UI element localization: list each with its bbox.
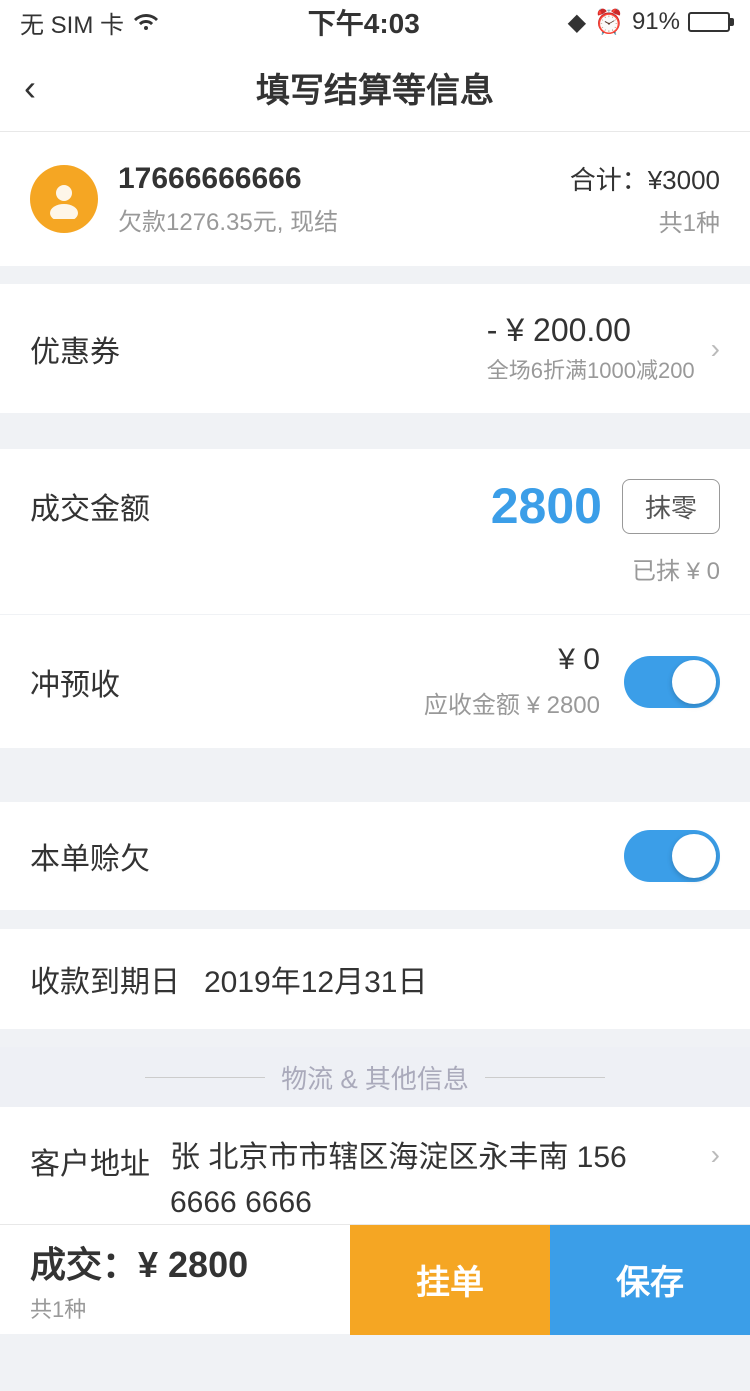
chevron-right-icon: › — [711, 333, 720, 365]
bottom-summary: 成交：¥ 2800 共1种 — [0, 1236, 350, 1324]
customer-left: 17666666666 欠款1276.35元, 现结 — [30, 162, 338, 237]
bottom-deal: 成交：¥ 2800 — [30, 1236, 320, 1288]
prepay-row: 冲预收 ¥ 0 应收金额 ¥ 2800 — [0, 614, 750, 748]
debt-row: 本单赊欠 — [0, 802, 750, 910]
logistics-label: 物流 & 其他信息 — [145, 1059, 605, 1096]
debt-label: 本单赊欠 — [30, 834, 150, 878]
total-label: 合计：¥3000 — [570, 160, 720, 197]
customer-sub: 欠款1276.35元, 现结 — [118, 202, 338, 237]
address-chevron-icon: › — [711, 1139, 720, 1171]
prepay-amount: ¥ 0 — [558, 643, 600, 677]
prepay-info: ¥ 0 应收金额 ¥ 2800 — [424, 643, 600, 720]
divider-1 — [0, 431, 750, 449]
battery-icon — [688, 12, 730, 32]
total-count: 共1种 — [570, 203, 720, 238]
deal-label: 成交： — [30, 1244, 138, 1285]
coupon-right: - ¥ 200.00 全场6折满1000减200 › — [487, 312, 720, 385]
content: 17666666666 欠款1276.35元, 现结 合计：¥3000 共1种 … — [0, 132, 750, 1391]
deal-value: ¥ 2800 — [138, 1244, 248, 1285]
debt-toggle-knob — [672, 834, 716, 878]
customer-row: 17666666666 欠款1276.35元, 现结 合计：¥3000 共1种 — [0, 132, 750, 266]
back-button[interactable]: ‹ — [24, 67, 36, 109]
coupon-row[interactable]: 优惠券 - ¥ 200.00 全场6折满1000减200 › — [0, 284, 750, 413]
due-label: 收款到期日 — [30, 957, 180, 1001]
coupon-info: - ¥ 200.00 全场6折满1000减200 — [487, 312, 695, 385]
debt-toggle[interactable] — [624, 830, 720, 882]
prepay-sub: 应收金额 ¥ 2800 — [424, 685, 600, 720]
coupon-label: 优惠券 — [30, 327, 120, 371]
carrier-text: 无 SIM 卡 — [20, 5, 124, 40]
amount-section: 成交金额 2800 抹零 已抹 ¥ 0 — [0, 449, 750, 614]
amount-value: 2800 — [491, 477, 602, 535]
status-left: 无 SIM 卡 — [20, 5, 160, 40]
alarm-icon: ⏰ — [594, 8, 624, 37]
customer-info: 17666666666 欠款1276.35元, 现结 — [118, 162, 338, 237]
customer-total: 合计：¥3000 共1种 — [570, 160, 720, 238]
avatar — [30, 165, 98, 233]
prepay-right: ¥ 0 应收金额 ¥ 2800 — [424, 643, 720, 720]
address-label: 客户地址 — [30, 1139, 150, 1183]
address-content: 张 北京市市辖区海淀区永丰南 156 6666 6666 — [170, 1135, 695, 1225]
hang-button[interactable]: 挂单 — [350, 1225, 550, 1335]
status-time: 下午4:03 — [308, 2, 420, 42]
bottom-count: 共1种 — [30, 1292, 320, 1324]
amount-right: 2800 抹零 — [491, 477, 720, 535]
coupon-discount: - ¥ 200.00 — [487, 312, 695, 349]
save-button[interactable]: 保存 — [550, 1225, 750, 1335]
coupon-desc: 全场6折满1000减200 — [487, 353, 695, 385]
nav-bar: ‹ 填写结算等信息 — [0, 44, 750, 132]
due-date-row: 收款到期日 2019年12月31日 — [0, 928, 750, 1029]
bottom-bar: 成交：¥ 2800 共1种 挂单 保存 — [0, 1224, 750, 1334]
prepay-toggle[interactable] — [624, 656, 720, 708]
amount-sub: 已抹 ¥ 0 — [632, 558, 720, 585]
amount-label: 成交金额 — [30, 484, 150, 528]
divider-2 — [0, 766, 750, 784]
page-title: 填写结算等信息 — [256, 63, 494, 112]
round-button[interactable]: 抹零 — [622, 479, 720, 534]
customer-phone: 17666666666 — [118, 162, 338, 196]
prepay-label: 冲预收 — [30, 660, 120, 704]
location-icon: ◆ — [568, 8, 586, 37]
status-bar: 无 SIM 卡 下午4:03 ◆ ⏰ 91% — [0, 0, 750, 44]
logistics-divider: 物流 & 其他信息 — [0, 1047, 750, 1107]
wifi-icon — [132, 8, 160, 37]
due-date-value: 2019年12月31日 — [204, 957, 427, 1001]
amount-row: 成交金额 2800 抹零 — [30, 477, 720, 535]
battery-percent: 91% — [632, 8, 680, 36]
toggle-knob — [672, 660, 716, 704]
status-right: ◆ ⏰ 91% — [568, 8, 730, 37]
